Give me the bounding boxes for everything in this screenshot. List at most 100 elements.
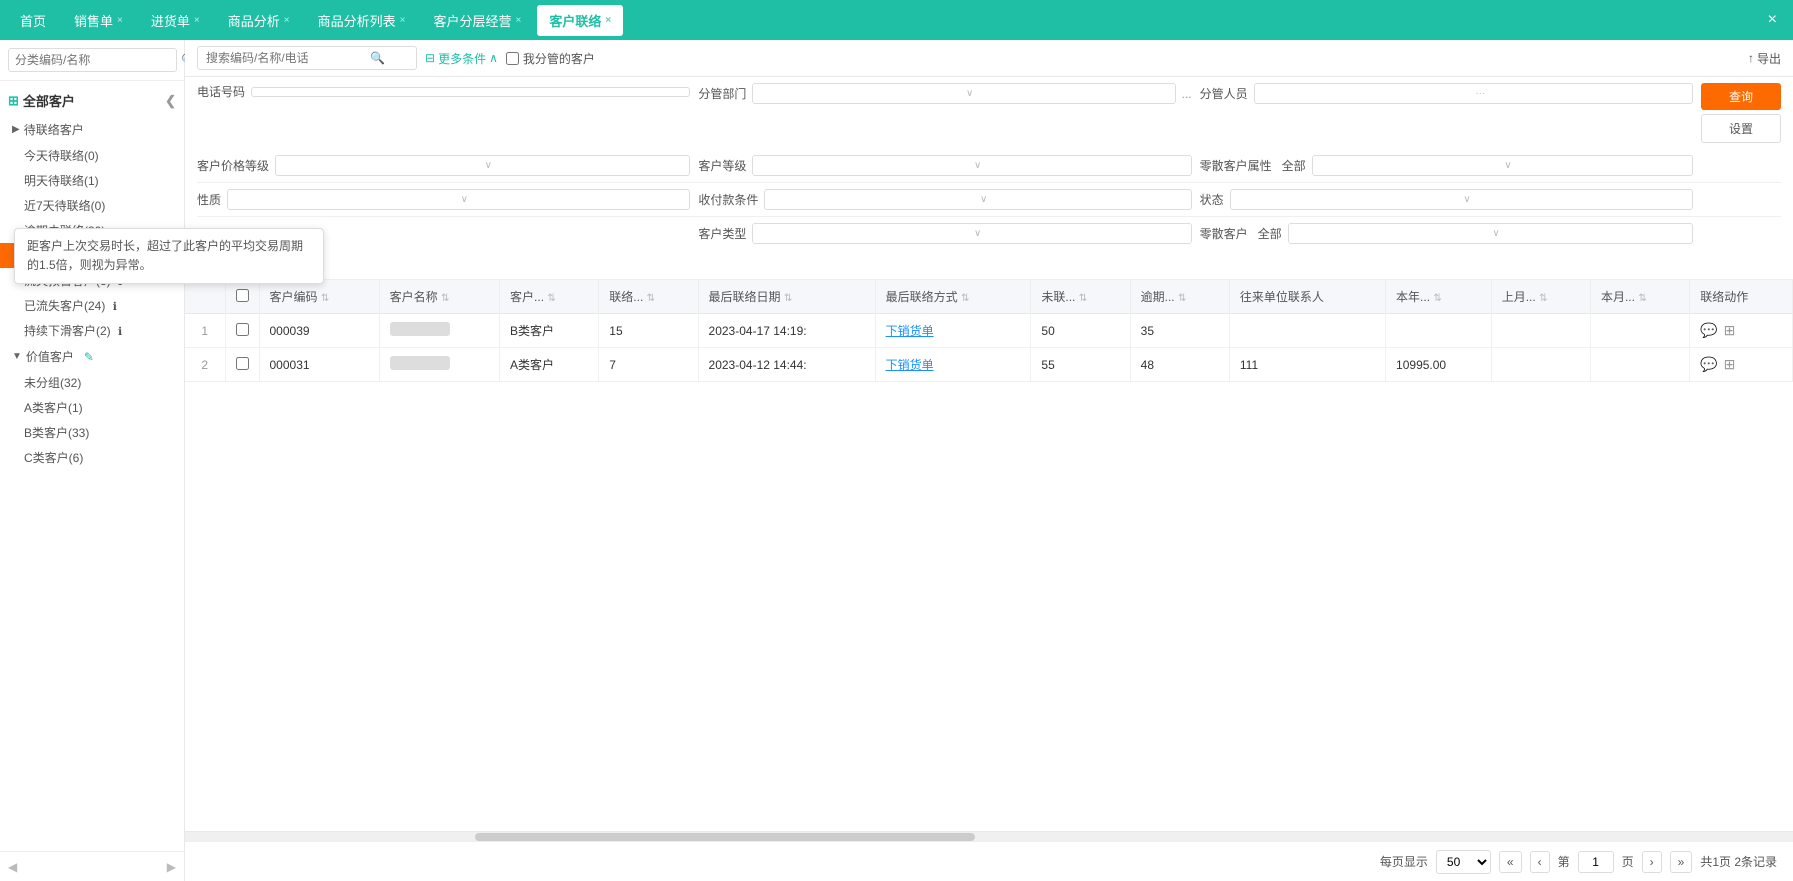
my-customers-checkbox[interactable] — [506, 52, 519, 65]
th-customer-type[interactable]: 客户... ⇅ — [500, 280, 599, 314]
all-customers-header[interactable]: ⊞ 全部客户 ❮ — [0, 85, 184, 116]
sidebar-c-class[interactable]: C类客户(6) — [0, 445, 184, 470]
sort-last-contact-method[interactable]: ⇅ — [961, 293, 969, 304]
th-last-contact-date[interactable]: 最后联络日期 ⇅ — [698, 280, 875, 314]
prev-page-btn[interactable]: ‹ — [1530, 851, 1550, 873]
more-conditions-btn[interactable]: ⊟ 更多条件 ∧ — [425, 50, 498, 67]
sidebar-already-lost[interactable]: 已流失客户(24) ℹ — [0, 293, 184, 318]
row-2-select[interactable] — [236, 357, 249, 370]
status-field[interactable]: ∨ — [1230, 189, 1693, 210]
sidebar-ungrouped[interactable]: 未分组(32) — [0, 370, 184, 395]
customer-type-field[interactable]: ∨ — [752, 223, 1191, 244]
dept-field[interactable]: ∨ — [752, 83, 1175, 104]
sort-last-contact-date[interactable]: ⇅ — [784, 293, 792, 304]
row-1-message-icon[interactable]: 💬 — [1700, 322, 1717, 339]
scrollbar-thumb[interactable] — [475, 833, 975, 841]
price-level-field[interactable]: ∨ — [275, 155, 690, 176]
th-contact-days[interactable]: 联络... ⇅ — [599, 280, 698, 314]
th-last-month[interactable]: 上月... ⇅ — [1491, 280, 1590, 314]
settings-button[interactable]: 设置 — [1701, 114, 1781, 143]
row-2-message-icon[interactable]: 💬 — [1700, 356, 1717, 373]
th-overdue[interactable]: 逾期... ⇅ — [1130, 280, 1229, 314]
sort-uncontacted[interactable]: ⇅ — [1079, 293, 1087, 304]
sort-customer-code[interactable]: ⇅ — [321, 293, 329, 304]
th-customer-code[interactable]: 客户编码 ⇅ — [259, 280, 379, 314]
horizontal-scrollbar[interactable] — [185, 831, 1793, 841]
pending-contact-group[interactable]: ▶ 待联络客户 — [0, 116, 184, 143]
th-last-contact-method[interactable]: 最后联络方式 ⇅ — [875, 280, 1031, 314]
sidebar-search-input[interactable] — [8, 48, 177, 72]
row-2-uncontacted: 55 — [1031, 348, 1130, 382]
nav-purchase-close[interactable]: × — [194, 15, 200, 26]
nav-product-analysis-list-close[interactable]: × — [400, 15, 406, 26]
main-search-input[interactable] — [206, 51, 366, 65]
nav-customer-contact[interactable]: 客户联络 × — [537, 5, 623, 36]
nav-customer-contact-close[interactable]: × — [605, 15, 611, 26]
last-page-btn[interactable]: » — [1670, 851, 1693, 873]
per-page-select[interactable]: 50 100 200 — [1436, 850, 1491, 874]
th-this-year[interactable]: 本年... ⇅ — [1386, 280, 1492, 314]
row-1-checkbox[interactable] — [225, 314, 259, 348]
gender-field[interactable]: ∨ — [227, 189, 690, 210]
close-all-tabs[interactable]: × — [1760, 7, 1785, 33]
nav-sales[interactable]: 销售单 × — [62, 5, 135, 36]
row-2-last-contact-method[interactable]: 下销货单 — [875, 348, 1031, 382]
row-1-last-contact-date: 2023-04-17 14:19: — [698, 314, 875, 348]
retail-attr-field[interactable]: ∨ — [1312, 155, 1693, 176]
manager-label: 分管人员 — [1200, 85, 1248, 102]
sidebar-b-class[interactable]: B类客户(33) — [0, 420, 184, 445]
sort-overdue[interactable]: ⇅ — [1178, 293, 1186, 304]
phone-field[interactable] — [251, 87, 690, 97]
nav-home[interactable]: 首页 — [8, 5, 58, 36]
sort-last-month[interactable]: ⇅ — [1539, 293, 1547, 304]
row-1-last-contact-method[interactable]: 下销货单 — [875, 314, 1031, 348]
sort-customer-type[interactable]: ⇅ — [547, 293, 555, 304]
sort-customer-name[interactable]: ⇅ — [441, 293, 449, 304]
first-page-btn[interactable]: « — [1499, 851, 1522, 873]
th-this-month[interactable]: 本月... ⇅ — [1590, 280, 1689, 314]
select-all-checkbox[interactable] — [236, 289, 249, 302]
my-customers-checkbox-area[interactable]: 我分管的客户 — [506, 50, 595, 67]
next-page-btn[interactable]: › — [1642, 851, 1662, 873]
nav-product-analysis[interactable]: 商品分析 × — [216, 5, 302, 36]
sidebar-scroll-right[interactable]: ▶ — [167, 860, 176, 874]
row-2-checkbox[interactable] — [225, 348, 259, 382]
th-customer-name[interactable]: 客户名称 ⇅ — [379, 280, 499, 314]
nav-purchase[interactable]: 进货单 × — [139, 5, 212, 36]
dept-dots[interactable]: ... — [1182, 87, 1192, 101]
export-button[interactable]: ↑ 导出 — [1748, 50, 1781, 67]
sidebar-today-pending[interactable]: 今天待联络(0) — [0, 143, 184, 168]
nav-customer-segment-close[interactable]: × — [515, 15, 521, 26]
query-button[interactable]: 查询 — [1701, 83, 1781, 110]
nav-customer-segment[interactable]: 客户分层经营 × — [421, 5, 533, 36]
row-2-grid-icon[interactable]: ⊞ — [1724, 356, 1736, 373]
search-box[interactable]: 🔍 — [197, 46, 417, 70]
sort-contact-days[interactable]: ⇅ — [647, 293, 655, 304]
nav-sales-close[interactable]: × — [117, 15, 123, 26]
sort-this-month[interactable]: ⇅ — [1638, 293, 1646, 304]
retail-customer-field[interactable]: ∨ — [1288, 223, 1693, 244]
edit-icon[interactable]: ✎ — [84, 350, 94, 364]
sidebar-7days-pending[interactable]: 近7天待联络(0) — [0, 193, 184, 218]
sort-this-year[interactable]: ⇅ — [1433, 293, 1441, 304]
sidebar-scroll-left[interactable]: ◀ — [8, 860, 17, 874]
manager-field[interactable]: ··· — [1254, 83, 1693, 104]
th-unit-contact[interactable]: 往来单位联系人 — [1229, 280, 1385, 314]
payment-terms-field[interactable]: ∨ — [764, 189, 1191, 210]
row-1-select[interactable] — [236, 323, 249, 336]
current-page-input[interactable] — [1578, 851, 1614, 873]
value-customer-group[interactable]: ▼ 价值客户 ✎ — [0, 343, 184, 370]
customer-level-label: 客户等级 — [698, 157, 746, 174]
nav-product-analysis-close[interactable]: × — [284, 15, 290, 26]
sidebar-tomorrow-pending[interactable]: 明天待联络(1) — [0, 168, 184, 193]
sidebar-continuous-decrease[interactable]: 持续下滑客户(2) ℹ — [0, 318, 184, 343]
sidebar-a-class[interactable]: A类客户(1) — [0, 395, 184, 420]
data-table-area: 客户编码 ⇅ 客户名称 ⇅ 客户... ⇅ 联络... — [185, 280, 1793, 831]
main-search-icon[interactable]: 🔍 — [370, 51, 385, 65]
th-uncontacted[interactable]: 未联... ⇅ — [1031, 280, 1130, 314]
retail-customer-val: 全部 — [1258, 225, 1282, 242]
row-1-grid-icon[interactable]: ⊞ — [1724, 322, 1736, 339]
row-2-action-icons: 💬 ⊞ — [1700, 356, 1782, 373]
nav-product-analysis-list[interactable]: 商品分析列表 × — [306, 5, 418, 36]
customer-level-field[interactable]: ∨ — [752, 155, 1191, 176]
